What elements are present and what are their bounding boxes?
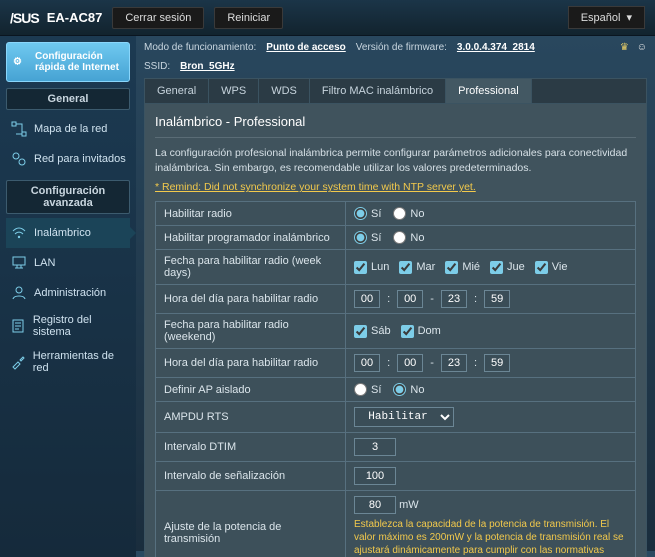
enable-sched-no[interactable]: No <box>393 231 424 244</box>
label-time-wend: Hora del día para habilitar radio <box>156 349 346 378</box>
time-week-h2[interactable] <box>441 290 467 308</box>
gear-icon: ⚙ <box>13 57 22 68</box>
label-date-wend: Fecha para habilitar radio (weekend) <box>156 314 346 349</box>
label-dtim: Intervalo DTIM <box>156 433 346 462</box>
isolated-no[interactable]: No <box>393 383 424 396</box>
dtim-input[interactable] <box>354 438 396 456</box>
label-enable-sched: Habilitar programador inalámbrico <box>156 226 346 250</box>
log-icon <box>10 317 27 335</box>
time-wend-m2[interactable] <box>484 354 510 372</box>
mode-value[interactable]: Punto de acceso <box>266 42 345 53</box>
enable-radio-no[interactable]: No <box>393 207 424 220</box>
sidebar-item-nettools[interactable]: Herramientas de red <box>6 344 130 380</box>
ampdu-select[interactable]: Habilitar <box>354 407 454 427</box>
cb-lun[interactable]: Lun <box>354 261 389 274</box>
cb-vie[interactable]: Vie <box>535 261 568 274</box>
cb-sab[interactable]: Sáb <box>354 325 391 338</box>
fw-value[interactable]: 3.0.0.4.374_2814 <box>457 42 535 53</box>
asus-logo: /SUS <box>10 10 39 26</box>
group-general[interactable]: General <box>6 88 130 110</box>
tab-wds[interactable]: WDS <box>259 79 310 103</box>
time-week-h1[interactable] <box>354 290 380 308</box>
txpower-input[interactable] <box>354 496 396 514</box>
time-week-m1[interactable] <box>397 290 423 308</box>
user-icon[interactable]: ☺ <box>637 42 647 53</box>
tab-general[interactable]: General <box>145 79 209 103</box>
label-beacon: Intervalo de señalización <box>156 462 346 491</box>
fw-label: Versión de firmware: <box>356 42 447 53</box>
wifi-icon <box>10 224 28 242</box>
reboot-button[interactable]: Reiniciar <box>214 7 283 29</box>
ssid-label: SSID: <box>144 61 170 72</box>
admin-icon <box>10 284 28 302</box>
beacon-input[interactable] <box>354 467 396 485</box>
sidebar-item-guestnetwork[interactable]: Red para invitados <box>6 144 130 174</box>
label-ampdu: AMPDU RTS <box>156 402 346 433</box>
label-enable-radio: Habilitar radio <box>156 202 346 226</box>
guest-icon <box>10 150 28 168</box>
sidebar-item-networkmap[interactable]: Mapa de la red <box>6 114 130 144</box>
sidebar-item-label: Inalámbrico <box>34 227 91 239</box>
model-name: EA-AC87 <box>47 10 103 25</box>
language-label: Español <box>581 12 621 24</box>
label-isolated: Definir AP aislado <box>156 378 346 402</box>
cb-dom[interactable]: Dom <box>401 325 441 338</box>
mode-label: Modo de funcionamiento: <box>144 42 256 53</box>
time-wend-h1[interactable] <box>354 354 380 372</box>
sidebar-item-label: Administración <box>34 287 106 299</box>
time-wend-m1[interactable] <box>397 354 423 372</box>
chevron-down-icon: ▾ <box>626 11 632 24</box>
sidebar-item-label: Red para invitados <box>34 153 126 165</box>
tab-professional[interactable]: Professional <box>446 79 532 103</box>
network-icon <box>10 120 28 138</box>
enable-sched-yes[interactable]: Sí <box>354 231 381 244</box>
label-date-week: Fecha para habilitar radio (week days) <box>156 250 346 285</box>
tools-icon <box>10 353 27 371</box>
time-week-m2[interactable] <box>484 290 510 308</box>
sidebar-item-wireless[interactable]: Inalámbrico <box>6 218 130 248</box>
isolated-yes[interactable]: Sí <box>354 383 381 396</box>
label-txpower: Ajuste de la potencia de transmisión <box>156 491 346 557</box>
lan-icon <box>10 254 28 272</box>
sidebar-item-admin[interactable]: Administración <box>6 278 130 308</box>
cb-mie[interactable]: Mié <box>445 261 480 274</box>
cb-jue[interactable]: Jue <box>490 261 525 274</box>
txpower-unit: mW <box>399 499 419 511</box>
qis-label: Configuración rápida de Internet <box>35 51 119 73</box>
tab-wps[interactable]: WPS <box>209 79 259 103</box>
sidebar-item-syslog[interactable]: Registro del sistema <box>6 308 130 344</box>
section-title: Inalámbrico - Professional <box>155 114 636 129</box>
enable-radio-yes[interactable]: Sí <box>354 207 381 220</box>
sidebar-item-label: Registro del sistema <box>33 314 126 338</box>
logout-button[interactable]: Cerrar sesión <box>112 7 204 29</box>
time-wend-h2[interactable] <box>441 354 467 372</box>
sidebar-item-label: LAN <box>34 257 55 269</box>
language-menu[interactable]: Español ▾ <box>568 6 645 29</box>
txpower-hint: Establezca la capacidad de la potencia d… <box>354 518 627 557</box>
sidebar-item-label: Herramientas de red <box>33 350 126 374</box>
section-desc: La configuración profesional inalámbrica… <box>155 146 636 175</box>
ssid-value[interactable]: Bron_5GHz <box>180 61 234 72</box>
trophy-icon[interactable]: ♛ <box>620 42 629 53</box>
sidebar-item-lan[interactable]: LAN <box>6 248 130 278</box>
ntp-warning[interactable]: * Remind: Did not synchronize your syste… <box>155 181 636 193</box>
tab-macfilter[interactable]: Filtro MAC inalámbrico <box>310 79 446 103</box>
group-advanced[interactable]: Configuración avanzada <box>6 180 130 214</box>
qis-button[interactable]: ⚙ Configuración rápida de Internet <box>6 42 130 82</box>
label-time-week: Hora del día para habilitar radio <box>156 285 346 314</box>
cb-mar[interactable]: Mar <box>399 261 435 274</box>
sidebar-item-label: Mapa de la red <box>34 123 107 135</box>
